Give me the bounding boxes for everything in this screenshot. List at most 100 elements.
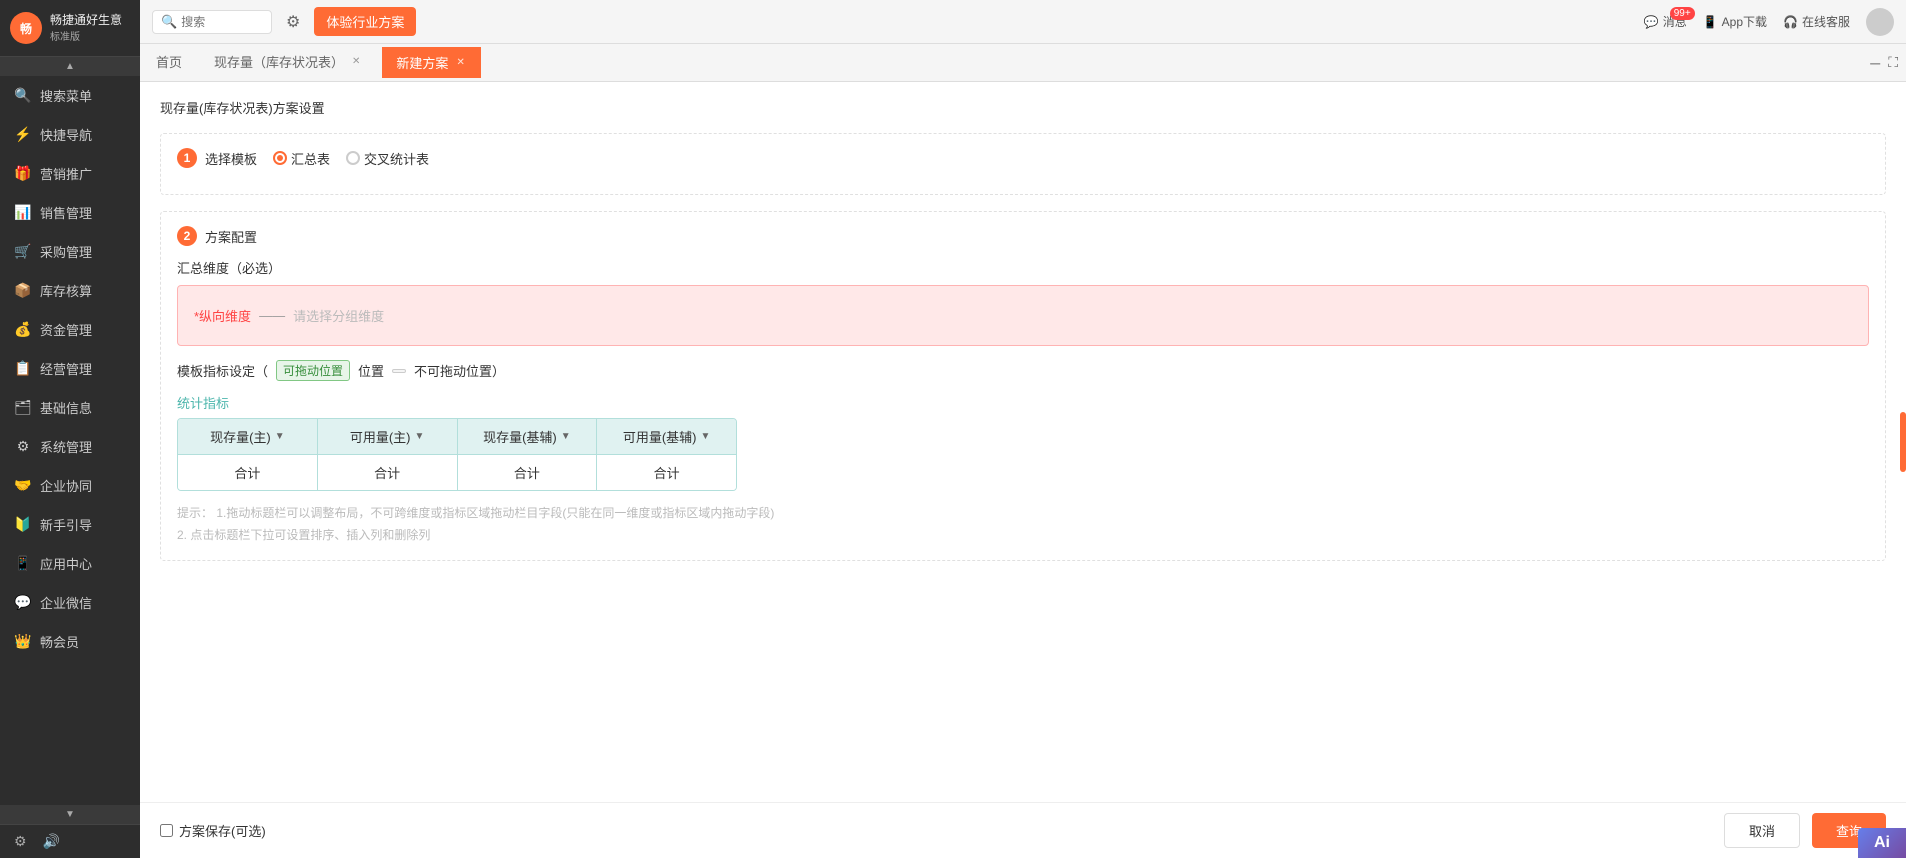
- tab-inventory[interactable]: 现存量（库存状况表） ✕: [198, 44, 378, 81]
- section1-number: 1: [177, 148, 197, 168]
- sidebar-item-inventory[interactable]: 📦 库存核算: [0, 271, 140, 310]
- stats-col-1-footer: 合计: [374, 463, 400, 482]
- stats-col-3: 可用量(基辅) ▼ 合计: [597, 419, 736, 490]
- sidebar-item-apps[interactable]: 📱 应用中心: [0, 544, 140, 583]
- sidebar-item-marketing[interactable]: 🎁 营销推广: [0, 154, 140, 193]
- system-icon: ⚙: [14, 438, 32, 456]
- content-area: 现存量(库存状况表)方案设置 1 选择模板 汇总表 交叉统计表: [140, 82, 1906, 802]
- sidebar-item-member[interactable]: 👑 畅会员: [0, 622, 140, 661]
- inventory-icon: 📦: [14, 282, 32, 300]
- message-button[interactable]: 💬 消息 99+: [1644, 13, 1687, 30]
- sidebar-item-wechat[interactable]: 💬 企业微信: [0, 583, 140, 622]
- search-input[interactable]: [181, 15, 261, 29]
- sidebar-item-finance[interactable]: 💰 资金管理: [0, 310, 140, 349]
- tab-new-plan-close[interactable]: ✕: [454, 57, 466, 68]
- sidebar-item-sales[interactable]: 📊 销售管理: [0, 193, 140, 232]
- indicator-draggable-tag: 可拖动位置: [276, 360, 350, 381]
- tab-maximize-icon[interactable]: ⛶: [1888, 54, 1898, 71]
- cancel-button[interactable]: 取消: [1724, 813, 1800, 848]
- sidebar-scroll-up[interactable]: ▲: [0, 57, 140, 76]
- customer-service-button[interactable]: 🎧 在线客服: [1783, 13, 1850, 30]
- radio-cross-circle: [346, 151, 360, 165]
- stats-col-0-footer: 合计: [234, 463, 260, 482]
- chevron-col-1[interactable]: ▼: [415, 431, 425, 442]
- sidebar-item-operation[interactable]: 📋 经营管理: [0, 349, 140, 388]
- stats-col-2: 现存量(基辅) ▼ 合计: [458, 419, 598, 490]
- tab-bar: 首页 现存量（库存状况表） ✕ 新建方案 ✕ ─ ⛶: [140, 44, 1906, 82]
- sidebar-logo: 畅 畅捷通好生意 标准版: [0, 0, 140, 57]
- message-icon: 💬: [1644, 15, 1659, 29]
- wechat-icon: 💬: [14, 594, 32, 612]
- sidebar-item-contract[interactable]: 🤝 企业协同: [0, 466, 140, 505]
- sidebar-scroll-down[interactable]: ▼: [0, 805, 140, 824]
- tab-inventory-close[interactable]: ✕: [350, 56, 362, 67]
- sidebar-audio-icon[interactable]: 🔊: [43, 833, 60, 850]
- main-area: 🔍 ⚙ 体验行业方案 💬 消息 99+ 📱 App下载 🎧 在线客服 首页: [140, 0, 1906, 858]
- sidebar-item-quick-nav[interactable]: ⚡ 快捷导航: [0, 115, 140, 154]
- app-logo-icon: 畅: [10, 12, 42, 44]
- sales-icon: 📊: [14, 204, 32, 222]
- app-name: 畅捷通好生意: [50, 13, 122, 29]
- tab-new-plan[interactable]: 新建方案 ✕: [382, 47, 480, 78]
- ai-badge[interactable]: Ai: [1858, 828, 1906, 858]
- app-download-button[interactable]: 📱 App下载: [1703, 13, 1767, 30]
- contract-icon: 🤝: [14, 477, 32, 495]
- template-radio-group: 汇总表 交叉统计表: [273, 149, 429, 168]
- chevron-col-0[interactable]: ▼: [275, 431, 285, 442]
- dimension-separator: ——: [259, 308, 285, 323]
- dimension-required-star: *纵向维度: [194, 306, 251, 325]
- app-download-icon: 📱: [1703, 15, 1718, 29]
- topbar-search-box[interactable]: 🔍: [152, 10, 272, 34]
- dimension-area[interactable]: *纵向维度 —— 请选择分组维度: [177, 285, 1869, 346]
- topbar-right: 💬 消息 99+ 📱 App下载 🎧 在线客服: [1644, 8, 1894, 36]
- sidebar-settings-icon[interactable]: ⚙: [14, 833, 27, 850]
- chevron-col-2[interactable]: ▼: [561, 431, 571, 442]
- stats-col-1-header: 可用量(主): [350, 427, 411, 446]
- topbar-settings-icon[interactable]: ⚙: [286, 12, 300, 32]
- page-title: 现存量(库存状况表)方案设置: [160, 98, 1886, 117]
- sidebar-item-guide[interactable]: 🔰 新手引导: [0, 505, 140, 544]
- stats-col-0-header: 现存量(主): [210, 427, 271, 446]
- section-config: 2 方案配置 汇总维度（必选） *纵向维度 —— 请选择分组维度 模板指标设定（…: [160, 211, 1886, 561]
- search-menu-icon: 🔍: [14, 87, 32, 105]
- tips-area: 提示： 1.拖动标题栏可以调整布局，不可跨维度或指标区域拖动栏目字段(只能在同一…: [177, 503, 1869, 546]
- sidebar-item-search[interactable]: 🔍 搜索菜单: [0, 76, 140, 115]
- right-scroll-indicator[interactable]: [1900, 412, 1906, 472]
- sidebar: 畅 畅捷通好生意 标准版 ▲ 🔍 搜索菜单 ⚡ 快捷导航 🎁 营销推广 📊 销售…: [0, 0, 140, 858]
- trial-button[interactable]: 体验行业方案: [314, 7, 416, 36]
- sidebar-item-basic[interactable]: 🗂 基础信息: [0, 388, 140, 427]
- sidebar-nav: 🔍 搜索菜单 ⚡ 快捷导航 🎁 营销推广 📊 销售管理 🛒 采购管理 📦 库存核…: [0, 76, 140, 805]
- sidebar-item-purchase[interactable]: 🛒 采购管理: [0, 232, 140, 271]
- save-checkbox[interactable]: [160, 824, 173, 837]
- sidebar-item-system[interactable]: ⚙ 系统管理: [0, 427, 140, 466]
- apps-icon: 📱: [14, 555, 32, 573]
- section1-title: 选择模板: [205, 149, 257, 168]
- tab-home[interactable]: 首页: [140, 44, 198, 81]
- stats-col-3-header: 可用量(基辅): [623, 427, 697, 446]
- sidebar-bottom: ⚙ 🔊: [0, 824, 140, 858]
- topbar: 🔍 ⚙ 体验行业方案 💬 消息 99+ 📱 App下载 🎧 在线客服: [140, 0, 1906, 44]
- tip-2: 2. 点击标题栏下拉可设置排序、插入列和删除列: [177, 525, 1869, 547]
- radio-summary[interactable]: 汇总表: [273, 149, 330, 168]
- user-avatar[interactable]: [1866, 8, 1894, 36]
- message-badge: 99+: [1670, 7, 1695, 20]
- stats-col-1: 可用量(主) ▼ 合计: [318, 419, 458, 490]
- purchase-icon: 🛒: [14, 243, 32, 261]
- radio-cross[interactable]: 交叉统计表: [346, 149, 429, 168]
- dimension-label: 汇总维度（必选）: [177, 258, 1869, 277]
- footer-save[interactable]: 方案保存(可选): [160, 821, 266, 840]
- stats-col-2-header: 现存量(基辅): [483, 427, 557, 446]
- section-template: 1 选择模板 汇总表 交叉统计表: [160, 133, 1886, 195]
- member-icon: 👑: [14, 633, 32, 651]
- dimension-placeholder: 请选择分组维度: [293, 306, 384, 325]
- app-version: 标准版: [50, 28, 122, 43]
- stats-col-0: 现存量(主) ▼ 合计: [178, 419, 318, 490]
- chevron-col-3[interactable]: ▼: [701, 431, 711, 442]
- indicator-settings: 模板指标设定（ 可拖动位置 位置 不可拖动位置）: [177, 360, 1869, 381]
- indicator-separator: 位置: [358, 361, 384, 380]
- indicator-not-draggable-tag: [392, 369, 406, 373]
- quick-nav-icon: ⚡: [14, 126, 32, 144]
- tab-minimize-icon[interactable]: ─: [1870, 55, 1880, 71]
- finance-icon: 💰: [14, 321, 32, 339]
- footer: 方案保存(可选) 取消 查询: [140, 802, 1906, 858]
